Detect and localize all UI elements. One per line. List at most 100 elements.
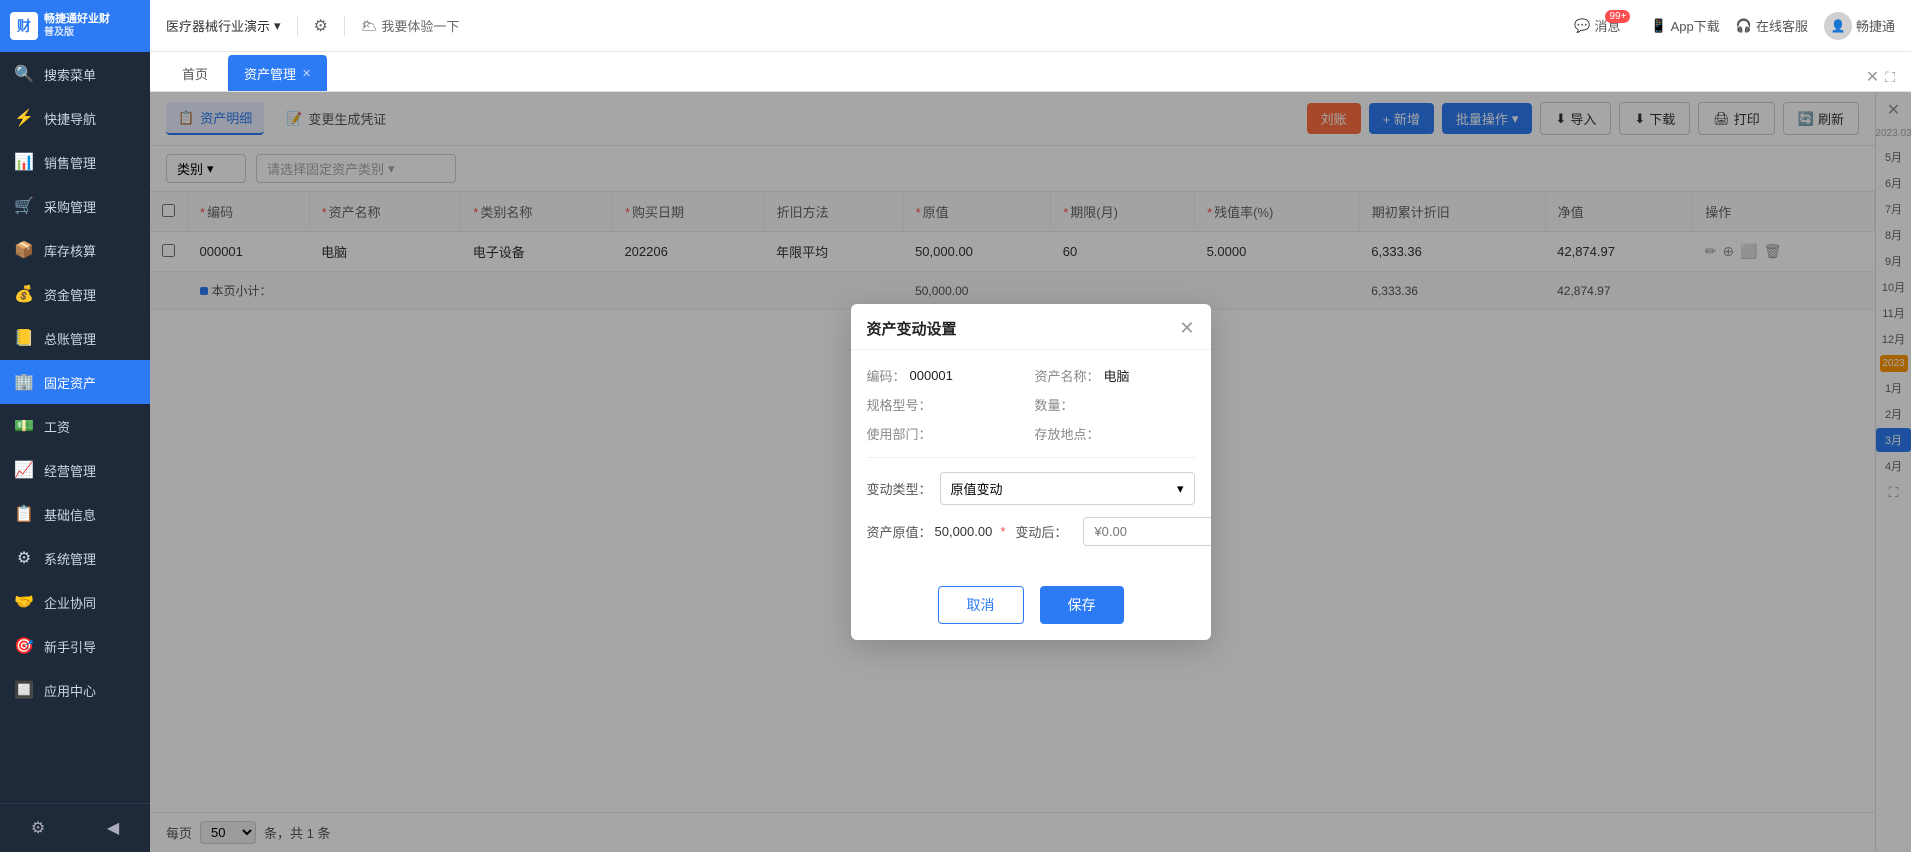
- enterprise-icon: 🤝: [14, 592, 34, 612]
- tabbar: 首页 资产管理 ✕ ✕ ⛶: [150, 52, 1911, 92]
- value-row: 资产原值： 50,000.00 * 变动后：: [867, 517, 1195, 546]
- sidebar-item-system[interactable]: ⚙ 系统管理: [0, 536, 150, 580]
- window-close-icon[interactable]: ✕: [1866, 67, 1879, 87]
- topbar-divider: [297, 16, 298, 36]
- tab-home-label: 首页: [182, 64, 208, 83]
- sidebar-item-label: 资金管理: [44, 285, 96, 304]
- app-download-icon: 📱: [1650, 18, 1666, 34]
- sidebar-item-label: 库存核算: [44, 241, 96, 260]
- sidebar-item-label: 销售管理: [44, 153, 96, 172]
- sidebar-item-app-center[interactable]: 🔲 应用中心: [0, 668, 150, 712]
- asset-change-modal: 资产变动设置 ✕ 编码： 000001 资产名称： 电脑: [851, 304, 1211, 640]
- purchase-icon: 🛒: [14, 196, 34, 216]
- sidebar-item-operations[interactable]: 📈 经营管理: [0, 448, 150, 492]
- modal-spec-field: 规格型号：: [867, 395, 1027, 414]
- sidebar-logo: 财 畅捷通好业财 普及版: [0, 0, 150, 52]
- online-service-button[interactable]: 🎧 在线客服: [1736, 16, 1808, 35]
- sidebar-item-sales[interactable]: 📊 销售管理: [0, 140, 150, 184]
- guide-icon: 🎯: [14, 636, 34, 656]
- logo-sub: 普及版: [44, 27, 110, 39]
- sidebar-item-ledger[interactable]: 📒 总账管理: [0, 316, 150, 360]
- sales-icon: 📊: [14, 152, 34, 172]
- sidebar-item-inventory[interactable]: 📦 库存核算: [0, 228, 150, 272]
- change-type-select[interactable]: 原值变动 ▾: [940, 472, 1195, 505]
- save-button[interactable]: 保存: [1040, 586, 1124, 624]
- modal-code-field: 编码： 000001: [867, 366, 1027, 385]
- collapse-button[interactable]: ◀: [101, 812, 125, 844]
- modal-asset-name-field: 资产名称： 电脑: [1035, 366, 1195, 385]
- experience-button[interactable]: 🌥 我要体验一下: [361, 16, 460, 35]
- after-change-label: 变动后：: [1015, 522, 1075, 541]
- company-name: 医疗器械行业演示: [166, 16, 270, 35]
- sidebar-item-fixed-assets[interactable]: 🏢 固定资产: [0, 360, 150, 404]
- tab-asset-management-label: 资产管理: [244, 64, 296, 83]
- company-selector[interactable]: 医疗器械行业演示 ▾: [166, 16, 281, 35]
- modal-header: 资产变动设置 ✕: [851, 304, 1211, 350]
- settings-button[interactable]: ⚙: [25, 812, 51, 844]
- sidebar-item-label: 固定资产: [44, 373, 96, 392]
- change-type-row: 变动类型： 原值变动 ▾: [867, 472, 1195, 505]
- user-avatar[interactable]: 👤 畅捷通: [1824, 12, 1895, 40]
- headset-icon: 🎧: [1736, 18, 1752, 34]
- experience-label: 我要体验一下: [381, 16, 459, 35]
- message-button[interactable]: 💬 消息 99+: [1574, 16, 1620, 35]
- sidebar-item-label: 新手引导: [44, 637, 96, 656]
- sidebar-item-salary[interactable]: 💵 工资: [0, 404, 150, 448]
- fixed-assets-icon: 🏢: [14, 372, 34, 392]
- required-star: *: [1000, 524, 1005, 539]
- logo-icon: 财: [10, 12, 38, 40]
- sidebar-item-enterprise[interactable]: 🤝 企业协同: [0, 580, 150, 624]
- company-dropdown-icon: ▾: [274, 18, 281, 34]
- sidebar-item-label: 工资: [44, 417, 70, 436]
- operations-icon: 📈: [14, 460, 34, 480]
- search-icon: 🔍: [14, 64, 34, 84]
- sidebar-item-basic-info[interactable]: 📋 基础信息: [0, 492, 150, 536]
- original-value-label: 资产原值：: [867, 522, 927, 541]
- modal-overlay: 资产变动设置 ✕ 编码： 000001 资产名称： 电脑: [150, 92, 1911, 852]
- message-badge: 99+: [1605, 10, 1630, 23]
- app-download-label: App下载: [1671, 16, 1720, 35]
- system-icon: ⚙: [14, 548, 34, 568]
- topbar-settings-button[interactable]: ⚙: [314, 16, 328, 36]
- modal-close-button[interactable]: ✕: [1179, 318, 1194, 339]
- modal-dept-field: 使用部门：: [867, 424, 1027, 443]
- sidebar-item-purchase[interactable]: 🛒 采购管理: [0, 184, 150, 228]
- sidebar-item-label: 总账管理: [44, 329, 96, 348]
- avatar: 👤: [1824, 12, 1852, 40]
- app-center-icon: 🔲: [14, 680, 34, 700]
- quick-nav-icon: ⚡: [14, 108, 34, 128]
- tab-asset-management[interactable]: 资产管理 ✕: [228, 55, 327, 91]
- sidebar-item-label: 企业协同: [44, 593, 96, 612]
- sidebar-nav: 🔍 搜索菜单 ⚡ 快捷导航 📊 销售管理 🛒 采购管理 📦 库存核算 💰 资金管…: [0, 52, 150, 803]
- tab-close-icon[interactable]: ✕: [302, 67, 311, 80]
- modal-location-field: 存放地点：: [1035, 424, 1195, 443]
- original-value: 50,000.00: [935, 524, 993, 539]
- main-area: 医疗器械行业演示 ▾ ⚙ 🌥 我要体验一下 💬 消息 99+ 📱 App下载 🎧…: [150, 0, 1911, 852]
- sidebar-item-quick-nav[interactable]: ⚡ 快捷导航: [0, 96, 150, 140]
- modal-body: 编码： 000001 资产名称： 电脑 规格型号： 数量：: [851, 350, 1211, 578]
- modal-title: 资产变动设置: [867, 318, 957, 339]
- sidebar-item-fund[interactable]: 💰 资金管理: [0, 272, 150, 316]
- basic-info-icon: 📋: [14, 504, 34, 524]
- topbar-right: 💬 消息 99+ 📱 App下载 🎧 在线客服 👤 畅捷通: [1574, 12, 1895, 40]
- after-change-input[interactable]: [1083, 517, 1210, 546]
- user-name: 畅捷通: [1856, 16, 1895, 35]
- sidebar-item-label: 采购管理: [44, 197, 96, 216]
- change-type-dropdown-icon: ▾: [1177, 481, 1184, 497]
- message-icon: 💬: [1574, 18, 1590, 34]
- sidebar-bottom: ⚙ ◀: [0, 803, 150, 852]
- sidebar-item-label: 应用中心: [44, 681, 96, 700]
- app-download-button[interactable]: 📱 App下载: [1650, 16, 1719, 35]
- sidebar-item-search[interactable]: 🔍 搜索菜单: [0, 52, 150, 96]
- tab-home[interactable]: 首页: [166, 55, 224, 91]
- change-type-value: 原值变动: [951, 479, 1003, 498]
- sidebar-item-label: 基础信息: [44, 505, 96, 524]
- topbar-divider2: [344, 16, 345, 36]
- window-expand-icon[interactable]: ⛶: [1885, 69, 1895, 86]
- cancel-button[interactable]: 取消: [938, 586, 1024, 624]
- sidebar-item-label: 快捷导航: [44, 109, 96, 128]
- sidebar-item-guide[interactable]: 🎯 新手引导: [0, 624, 150, 668]
- modal-footer: 取消 保存: [851, 578, 1211, 640]
- experience-icon: 🌥: [361, 18, 378, 34]
- sidebar-item-label: 经营管理: [44, 461, 96, 480]
